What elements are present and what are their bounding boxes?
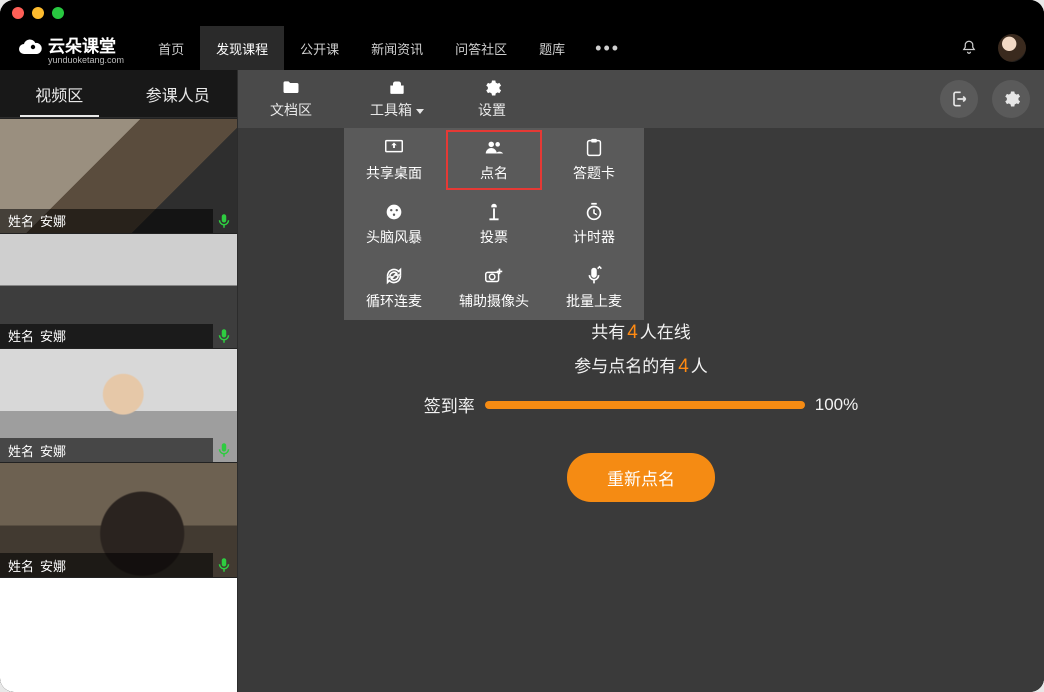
rate-value: 100% bbox=[815, 395, 858, 415]
logo[interactable]: 云朵课堂 yunduoketang.com bbox=[18, 32, 124, 65]
nav-public[interactable]: 公开课 bbox=[284, 26, 355, 70]
tab-participants[interactable]: 参课人员 bbox=[119, 70, 238, 117]
vote-icon bbox=[482, 201, 506, 223]
camera-plus-icon bbox=[482, 265, 506, 287]
tool-answer-card[interactable]: 答题卡 bbox=[544, 128, 644, 192]
tool-share-screen[interactable]: 共享桌面 bbox=[344, 128, 444, 192]
avatar[interactable] bbox=[998, 34, 1026, 62]
logo-text: 云朵课堂 bbox=[48, 32, 124, 57]
nav-qa[interactable]: 问答社区 bbox=[439, 26, 523, 70]
participant-name: 安娜 bbox=[40, 211, 66, 230]
rerollcall-button[interactable]: 重新点名 bbox=[567, 453, 715, 502]
name-label: 姓名 bbox=[8, 556, 34, 575]
tool-aux-camera[interactable]: 辅助摄像头 bbox=[444, 256, 544, 320]
progress-row: 签到率 100% bbox=[424, 392, 858, 417]
exit-button[interactable] bbox=[940, 80, 978, 118]
cloud-icon bbox=[18, 36, 42, 60]
body: 视频区 参课人员 姓名 安娜 姓名 安娜 姓名 安娜 姓名 安娜 bbox=[0, 70, 1044, 692]
config-button[interactable] bbox=[992, 80, 1030, 118]
docs-button[interactable]: 文档区 bbox=[238, 70, 344, 128]
nav-discover[interactable]: 发现课程 bbox=[200, 26, 284, 70]
tab-video[interactable]: 视频区 bbox=[0, 70, 119, 117]
name-label: 姓名 bbox=[8, 326, 34, 345]
tool-cycle-mic[interactable]: 循环连麦 bbox=[344, 256, 444, 320]
name-label: 姓名 bbox=[8, 211, 34, 230]
participant-name: 安娜 bbox=[40, 556, 66, 575]
online-stat: 共有 4 人在线 bbox=[591, 318, 691, 344]
participant-name: 安娜 bbox=[40, 441, 66, 460]
rollcall-count: 4 bbox=[676, 356, 691, 378]
exit-icon bbox=[949, 89, 969, 109]
online-count: 4 bbox=[625, 322, 640, 344]
nav-home[interactable]: 首页 bbox=[142, 26, 200, 70]
topnav: 云朵课堂 yunduoketang.com 首页 发现课程 公开课 新闻资讯 问… bbox=[0, 26, 1044, 70]
clipboard-icon bbox=[582, 137, 606, 159]
nav-more[interactable]: ••• bbox=[581, 38, 634, 59]
tool-rollcall[interactable]: 点名 bbox=[444, 128, 544, 192]
tool-vote[interactable]: 投票 bbox=[444, 192, 544, 256]
left-panel: 视频区 参课人员 姓名 安娜 姓名 安娜 姓名 安娜 姓名 安娜 bbox=[0, 70, 238, 692]
titlebar bbox=[0, 0, 1044, 26]
gear-icon bbox=[1001, 89, 1021, 109]
progress-fill bbox=[485, 401, 805, 409]
settings-button[interactable]: 设置 bbox=[450, 70, 534, 128]
timer-icon bbox=[582, 201, 606, 223]
settings-label: 设置 bbox=[478, 100, 506, 120]
nav-bank[interactable]: 题库 bbox=[523, 26, 581, 70]
main-toolbar: 文档区 工具箱 设置 bbox=[238, 70, 1044, 128]
video-tile-empty bbox=[0, 577, 237, 692]
docs-label: 文档区 bbox=[270, 100, 312, 120]
video-tile[interactable]: 姓名 安娜 bbox=[0, 462, 237, 577]
gear-icon bbox=[481, 78, 503, 98]
toolbox-menu: 共享桌面 点名 答题卡 头脑风暴 投票 bbox=[344, 128, 644, 320]
mic-up-icon bbox=[582, 265, 606, 287]
logo-sub: yunduoketang.com bbox=[48, 55, 124, 65]
progress-bar bbox=[485, 401, 805, 409]
window-maximize[interactable] bbox=[52, 7, 64, 19]
mic-icon[interactable] bbox=[215, 440, 233, 460]
name-label: 姓名 bbox=[8, 441, 34, 460]
brainstorm-icon bbox=[382, 201, 406, 223]
people-icon bbox=[482, 137, 506, 159]
video-tile[interactable]: 姓名 安娜 bbox=[0, 118, 237, 233]
video-tile[interactable]: 姓名 安娜 bbox=[0, 348, 237, 463]
screen-share-icon bbox=[382, 137, 406, 159]
tool-batch-mic[interactable]: 批量上麦 bbox=[544, 256, 644, 320]
video-tile[interactable]: 姓名 安娜 bbox=[0, 233, 237, 348]
window-close[interactable] bbox=[12, 7, 24, 19]
tool-brainstorm[interactable]: 头脑风暴 bbox=[344, 192, 444, 256]
toolbox-icon bbox=[386, 78, 408, 98]
mic-icon[interactable] bbox=[215, 555, 233, 575]
tool-timer[interactable]: 计时器 bbox=[544, 192, 644, 256]
window-minimize[interactable] bbox=[32, 7, 44, 19]
refresh-icon bbox=[382, 265, 406, 287]
bell-icon[interactable] bbox=[960, 39, 978, 57]
topnav-right bbox=[960, 34, 1026, 62]
chevron-down-icon bbox=[416, 109, 424, 114]
nav-news[interactable]: 新闻资讯 bbox=[355, 26, 439, 70]
toolbox-label: 工具箱 bbox=[370, 102, 412, 118]
mic-icon[interactable] bbox=[215, 326, 233, 346]
participant-name: 安娜 bbox=[40, 326, 66, 345]
mic-icon[interactable] bbox=[215, 211, 233, 231]
video-list: 姓名 安娜 姓名 安娜 姓名 安娜 姓名 安娜 bbox=[0, 118, 237, 692]
folder-icon bbox=[280, 78, 302, 98]
main-area: 文档区 工具箱 设置 bbox=[238, 70, 1044, 692]
app-window: 云朵课堂 yunduoketang.com 首页 发现课程 公开课 新闻资讯 问… bbox=[0, 0, 1044, 692]
rollcall-stat: 参与点名的有 4 人 bbox=[574, 352, 708, 378]
rate-label: 签到率 bbox=[424, 392, 475, 417]
left-tabs: 视频区 参课人员 bbox=[0, 70, 237, 118]
toolbox-button[interactable]: 工具箱 bbox=[344, 70, 450, 128]
